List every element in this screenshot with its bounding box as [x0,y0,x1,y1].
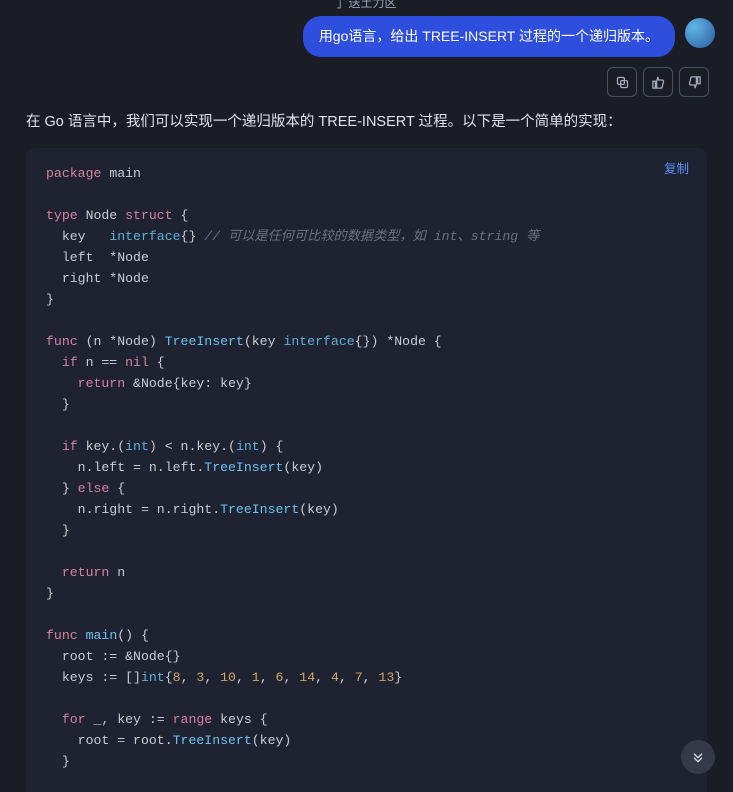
chevrons-down-icon [690,749,706,765]
scroll-to-bottom-button[interactable] [681,740,715,774]
thumbs-down-button[interactable] [679,67,709,97]
user-message-row: 用go语言，给出 TREE-INSERT 过程的一个递归版本。 [0,6,733,57]
code-block: 复制 package main type Node struct { key i… [26,148,707,792]
copy-icon [615,75,630,90]
thumbs-down-icon [687,75,702,90]
message-actions [0,57,733,103]
user-message-bubble: 用go语言，给出 TREE-INSERT 过程的一个递归版本。 [303,16,675,57]
assistant-intro-text: 在 Go 语言中，我们可以实现一个递归版本的 TREE-INSERT 过程。以下… [0,103,733,148]
code-content: package main type Node struct { key inte… [26,148,707,792]
copy-code-button[interactable]: 复制 [664,158,689,177]
thumbs-up-button[interactable] [643,67,673,97]
copy-button[interactable] [607,67,637,97]
thumbs-up-icon [651,75,666,90]
avatar [685,18,715,48]
